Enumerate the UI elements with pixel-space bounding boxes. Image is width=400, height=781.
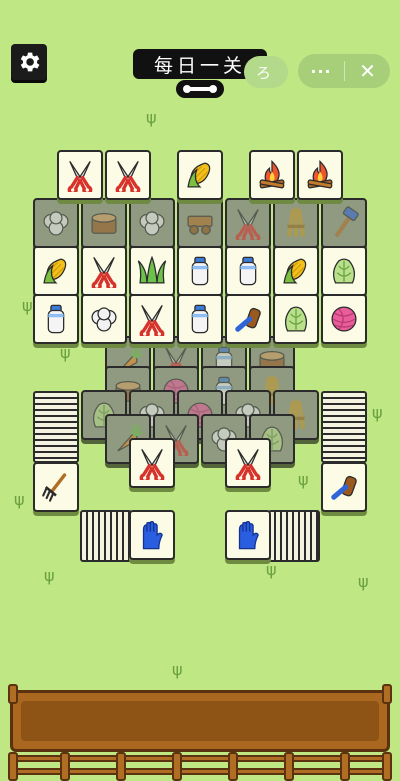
tile-wheat [273, 198, 319, 248]
tile-glove[interactable] [129, 510, 175, 560]
tile-scissors[interactable] [225, 438, 271, 488]
grass-tuft: ψ [14, 490, 25, 509]
tile-scissors[interactable] [129, 294, 175, 344]
tile-rake[interactable] [33, 462, 79, 512]
tile-corn[interactable] [33, 246, 79, 296]
grass-tuft: ψ [298, 470, 309, 489]
grass-tuft: ψ [266, 560, 277, 579]
mini-badge: ろ [244, 56, 288, 88]
tile-corn[interactable] [273, 246, 319, 296]
tile-milk[interactable] [177, 294, 223, 344]
grass-tuft: ψ [358, 572, 369, 591]
grass-tuft: ψ [146, 108, 157, 127]
tile-brush[interactable] [321, 462, 367, 512]
tile-milk[interactable] [177, 246, 223, 296]
fence-post [284, 752, 294, 781]
tile-cotton [129, 198, 175, 248]
tile-grass[interactable] [129, 246, 175, 296]
grass-tuft: ψ [172, 660, 183, 679]
close-button[interactable]: ✕ [345, 59, 390, 83]
grass-tuft: ψ [372, 403, 383, 422]
tile-cotton [33, 198, 79, 248]
fence-post [172, 752, 182, 781]
tile-scissors[interactable] [105, 150, 151, 200]
fence-post [228, 752, 238, 781]
fence-post [60, 752, 70, 781]
tile-milk[interactable] [225, 246, 271, 296]
tile-scissors [225, 198, 271, 248]
tile-log [81, 198, 127, 248]
tile-stack-bottom-left [80, 510, 132, 562]
miniprogram-capsule: ··· ✕ [298, 54, 390, 88]
tile-cotton[interactable] [81, 294, 127, 344]
fence-post [382, 684, 392, 704]
tile-cabbage[interactable] [321, 246, 367, 296]
tray-slot-area [21, 701, 379, 741]
tile-campfire[interactable] [297, 150, 343, 200]
tile-slot-tray [10, 690, 390, 752]
fence-post [340, 752, 350, 781]
fence [0, 752, 400, 781]
tile-cabbage[interactable] [273, 294, 319, 344]
more-button[interactable]: ··· [298, 62, 344, 81]
tile-stack-bottom-right [268, 510, 320, 562]
tile-glove[interactable] [225, 510, 271, 560]
bone-icon [176, 80, 224, 98]
grass-tuft: ψ [44, 566, 55, 585]
fence-post [382, 752, 392, 781]
tile-milk[interactable] [33, 294, 79, 344]
tile-brush[interactable] [225, 294, 271, 344]
settings-button[interactable] [11, 44, 47, 80]
fence-post [8, 684, 18, 704]
fence-post [8, 752, 18, 781]
tile-scissors[interactable] [129, 438, 175, 488]
tile-yarn[interactable] [321, 294, 367, 344]
mini-badge-label: ろ [256, 63, 272, 82]
gear-icon [20, 52, 40, 72]
fence-post [116, 752, 126, 781]
tile-cart [177, 198, 223, 248]
tile-corn[interactable] [177, 150, 223, 200]
tile-hammer [321, 198, 367, 248]
tile-stack-right [321, 391, 367, 463]
tile-scissors[interactable] [81, 246, 127, 296]
tile-campfire[interactable] [249, 150, 295, 200]
tile-scissors[interactable] [57, 150, 103, 200]
grass-tuft: ψ [22, 296, 33, 315]
grass-tuft: ψ [60, 343, 71, 362]
tile-stack-left [33, 391, 79, 463]
